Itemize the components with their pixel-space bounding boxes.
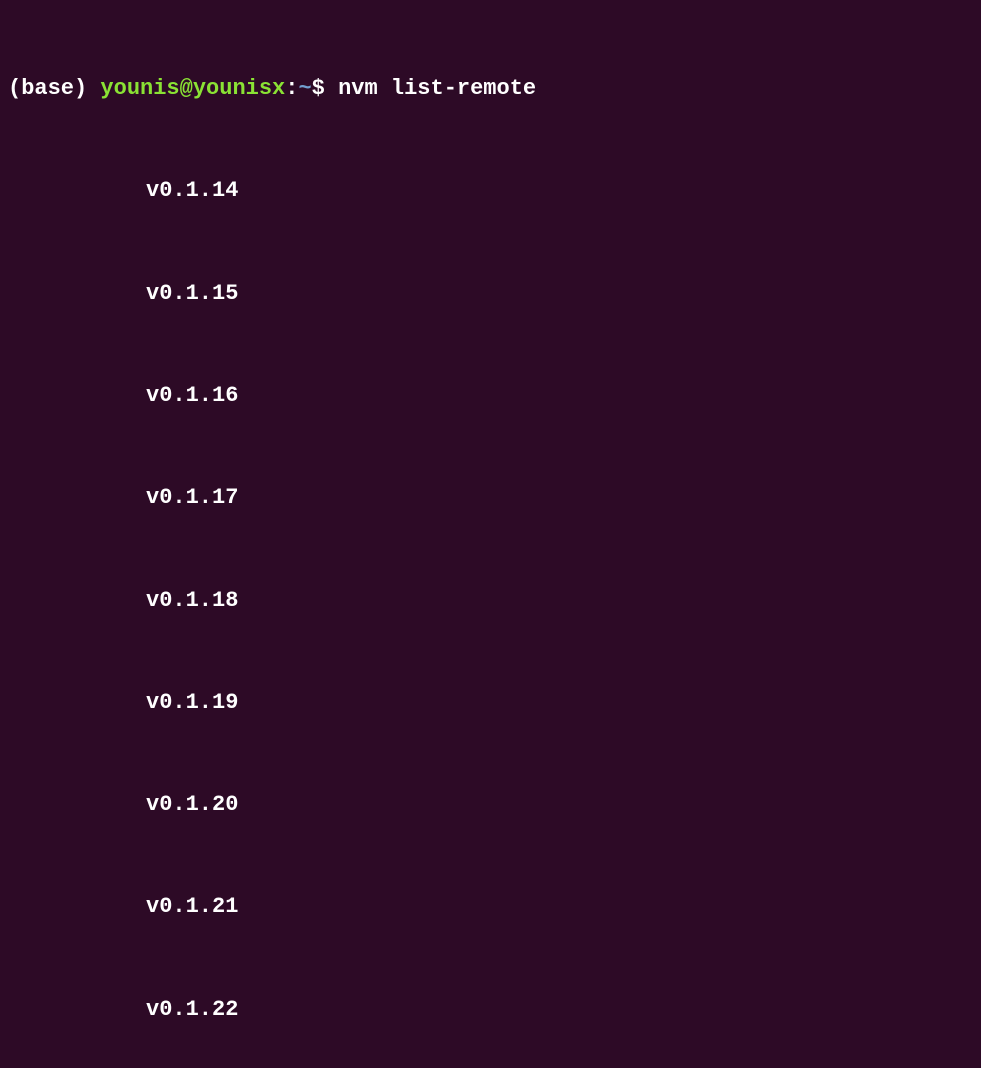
output-line: v0.1.21 xyxy=(8,890,973,924)
output-line: v0.1.18 xyxy=(8,584,973,618)
output-line: v0.1.20 xyxy=(8,788,973,822)
prompt-line: (base) younis@younisx:~$ nvm list-remote xyxy=(8,72,973,106)
dollar-sign: $ xyxy=(312,76,338,101)
output-line: v0.1.15 xyxy=(8,277,973,311)
output-line: v0.1.22 xyxy=(8,993,973,1027)
output-line: v0.1.17 xyxy=(8,481,973,515)
output-line: v0.1.14 xyxy=(8,174,973,208)
path: ~ xyxy=(298,76,311,101)
command-text: nvm list-remote xyxy=(338,76,536,101)
env-base: (base) xyxy=(8,76,100,101)
prompt-colon: : xyxy=(285,76,298,101)
output-line: v0.1.19 xyxy=(8,686,973,720)
output-line: v0.1.16 xyxy=(8,379,973,413)
terminal[interactable]: (base) younis@younisx:~$ nvm list-remote… xyxy=(8,4,973,1068)
user-host: younis@younisx xyxy=(100,76,285,101)
